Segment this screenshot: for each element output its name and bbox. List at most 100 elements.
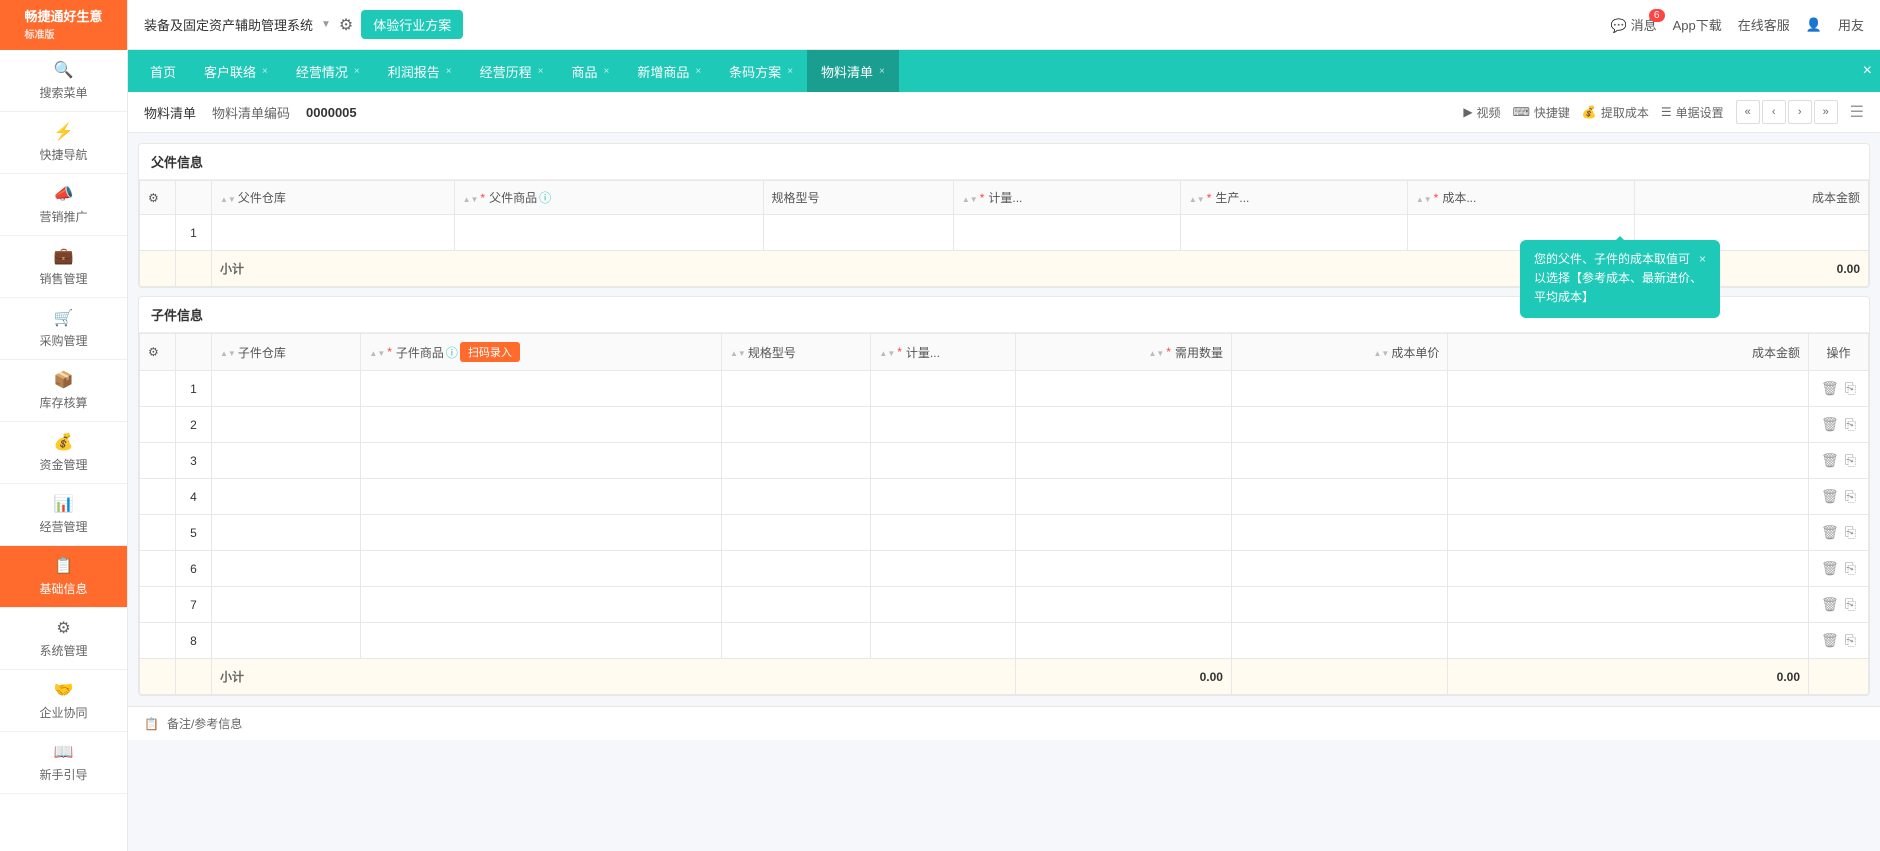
close-tab-barcode[interactable]: × <box>787 66 793 77</box>
tab-home[interactable]: 首页 <box>136 50 190 92</box>
child-row5-goods[interactable] <box>361 515 722 551</box>
action-shortcut[interactable]: ⌨ 快捷键 <box>1513 104 1570 121</box>
parent-row1-warehouse[interactable] <box>212 215 455 251</box>
parent-row1-goods[interactable] <box>454 215 763 251</box>
parent-row1-spec[interactable] <box>763 215 953 251</box>
sidebar-item-marketing[interactable]: 📣 营销推广 <box>0 174 127 236</box>
child-row6-qty[interactable] <box>1015 551 1231 587</box>
close-tab-customer[interactable]: × <box>262 66 268 77</box>
copy-icon-6[interactable]: ⎘ <box>1845 560 1856 577</box>
child-row1-unit-cost[interactable] <box>1231 371 1447 407</box>
child-row8-unit[interactable] <box>871 623 1015 659</box>
child-row3-unit[interactable] <box>871 443 1015 479</box>
copy-icon-5[interactable]: ⎘ <box>1845 524 1856 541</box>
notification-bell[interactable]: 💬 6 消息 <box>1611 15 1657 34</box>
child-row7-unit-cost[interactable] <box>1231 587 1447 623</box>
child-row5-unit-cost[interactable] <box>1231 515 1447 551</box>
child-row3-unit-cost[interactable] <box>1231 443 1447 479</box>
child-sort-goods[interactable]: ▲▼ <box>369 345 385 359</box>
child-sort-unitcost[interactable]: ▲▼ <box>1373 345 1389 359</box>
action-settings[interactable]: ☰ 单据设置 <box>1661 104 1724 121</box>
last-page-btn[interactable]: » <box>1814 100 1838 124</box>
app-download[interactable]: App下载 <box>1673 15 1722 34</box>
tab-operations[interactable]: 经营情况 × <box>282 50 374 92</box>
sort-arrows-cost[interactable]: ▲▼ <box>1416 191 1432 205</box>
close-tab-ops[interactable]: × <box>354 66 360 77</box>
child-row4-qty[interactable] <box>1015 479 1231 515</box>
child-row4-unit-cost[interactable] <box>1231 479 1447 515</box>
child-sort-unit[interactable]: ▲▼ <box>879 345 895 359</box>
next-page-btn[interactable]: › <box>1788 100 1812 124</box>
child-row5-unit[interactable] <box>871 515 1015 551</box>
child-row2-goods[interactable] <box>361 407 722 443</box>
tooltip-close-btn[interactable]: × <box>1699 250 1706 269</box>
sidebar-item-finance[interactable]: 💰 资金管理 <box>0 422 127 484</box>
child-row7-goods[interactable] <box>361 587 722 623</box>
user-name[interactable]: 用友 <box>1838 15 1864 34</box>
child-row4-spec[interactable] <box>722 479 871 515</box>
child-row6-spec[interactable] <box>722 551 871 587</box>
sort-arrows-goods[interactable]: ▲▼ <box>463 191 479 205</box>
child-row8-cost-amount[interactable] <box>1448 623 1809 659</box>
child-row5-cost-amount[interactable] <box>1448 515 1809 551</box>
close-tab-bom[interactable]: × <box>879 66 885 77</box>
child-row7-unit[interactable] <box>871 587 1015 623</box>
prev-page-btn[interactable]: ‹ <box>1762 100 1786 124</box>
child-sort-warehouse[interactable]: ▲▼ <box>220 345 236 359</box>
settings-icon[interactable]: ⚙ <box>339 15 353 35</box>
child-row6-warehouse[interactable] <box>212 551 361 587</box>
tab-bom[interactable]: 物料清单 × <box>807 50 899 92</box>
child-row4-goods[interactable] <box>361 479 722 515</box>
scan-input-btn[interactable]: 扫码录入 <box>460 342 520 362</box>
child-row3-qty[interactable] <box>1015 443 1231 479</box>
child-row8-warehouse[interactable] <box>212 623 361 659</box>
close-tab-history[interactable]: × <box>538 66 544 77</box>
child-row2-unit-cost[interactable] <box>1231 407 1447 443</box>
parent-row1-unit[interactable] <box>953 215 1180 251</box>
parent-col-settings[interactable]: ⚙ <box>140 181 176 215</box>
copy-icon-4[interactable]: ⎘ <box>1845 488 1856 505</box>
child-col-settings[interactable]: ⚙ <box>140 334 176 371</box>
child-row6-goods[interactable] <box>361 551 722 587</box>
child-row7-qty[interactable] <box>1015 587 1231 623</box>
sidebar-item-purchase[interactable]: 🛒 采购管理 <box>0 298 127 360</box>
child-row8-unit-cost[interactable] <box>1231 623 1447 659</box>
delete-icon-3[interactable]: 🗑 <box>1821 452 1839 469</box>
delete-icon-1[interactable]: 🗑 <box>1821 380 1839 397</box>
child-row3-goods[interactable] <box>361 443 722 479</box>
child-row6-unit-cost[interactable] <box>1231 551 1447 587</box>
child-row2-qty[interactable] <box>1015 407 1231 443</box>
sort-arrows-produce[interactable]: ▲▼ <box>1189 191 1205 205</box>
sort-arrows-warehouse[interactable]: ▲▼ <box>220 191 236 205</box>
sidebar-item-search[interactable]: 🔍 搜索菜单 <box>0 50 127 112</box>
child-row2-unit[interactable] <box>871 407 1015 443</box>
copy-icon-3[interactable]: ⎘ <box>1845 452 1856 469</box>
tab-barcode[interactable]: 条码方案 × <box>715 50 807 92</box>
child-row6-cost-amount[interactable] <box>1448 551 1809 587</box>
child-row5-warehouse[interactable] <box>212 515 361 551</box>
child-row1-goods[interactable] <box>361 371 722 407</box>
sort-arrows-unit[interactable]: ▲▼ <box>962 191 978 205</box>
layout-icon[interactable]: ☰ <box>1850 102 1864 122</box>
child-row4-unit[interactable] <box>871 479 1015 515</box>
child-row8-qty[interactable] <box>1015 623 1231 659</box>
child-row2-warehouse[interactable] <box>212 407 361 443</box>
sidebar-item-inventory[interactable]: 📦 库存核算 <box>0 360 127 422</box>
delete-icon-5[interactable]: 🗑 <box>1821 524 1839 541</box>
sidebar-item-quicknav[interactable]: ⚡ 快捷导航 <box>0 112 127 174</box>
child-row8-goods[interactable] <box>361 623 722 659</box>
tab-customer[interactable]: 客户联络 × <box>190 50 282 92</box>
tab-new-goods[interactable]: 新增商品 × <box>623 50 715 92</box>
child-row5-spec[interactable] <box>722 515 871 551</box>
tab-goods[interactable]: 商品 × <box>557 50 623 92</box>
delete-icon-6[interactable]: 🗑 <box>1821 560 1839 577</box>
first-page-btn[interactable]: « <box>1736 100 1760 124</box>
sidebar-item-sales[interactable]: 💼 销售管理 <box>0 236 127 298</box>
sidebar-item-basic[interactable]: 📋 基础信息 <box>0 546 127 608</box>
sidebar-item-enterprise[interactable]: 🤝 企业协同 <box>0 670 127 732</box>
child-row1-cost-amount[interactable] <box>1448 371 1809 407</box>
copy-icon-7[interactable]: ⎘ <box>1845 596 1856 613</box>
child-row5-qty[interactable] <box>1015 515 1231 551</box>
child-row1-spec[interactable] <box>722 371 871 407</box>
action-cost[interactable]: 💰 提取成本 <box>1582 104 1649 121</box>
